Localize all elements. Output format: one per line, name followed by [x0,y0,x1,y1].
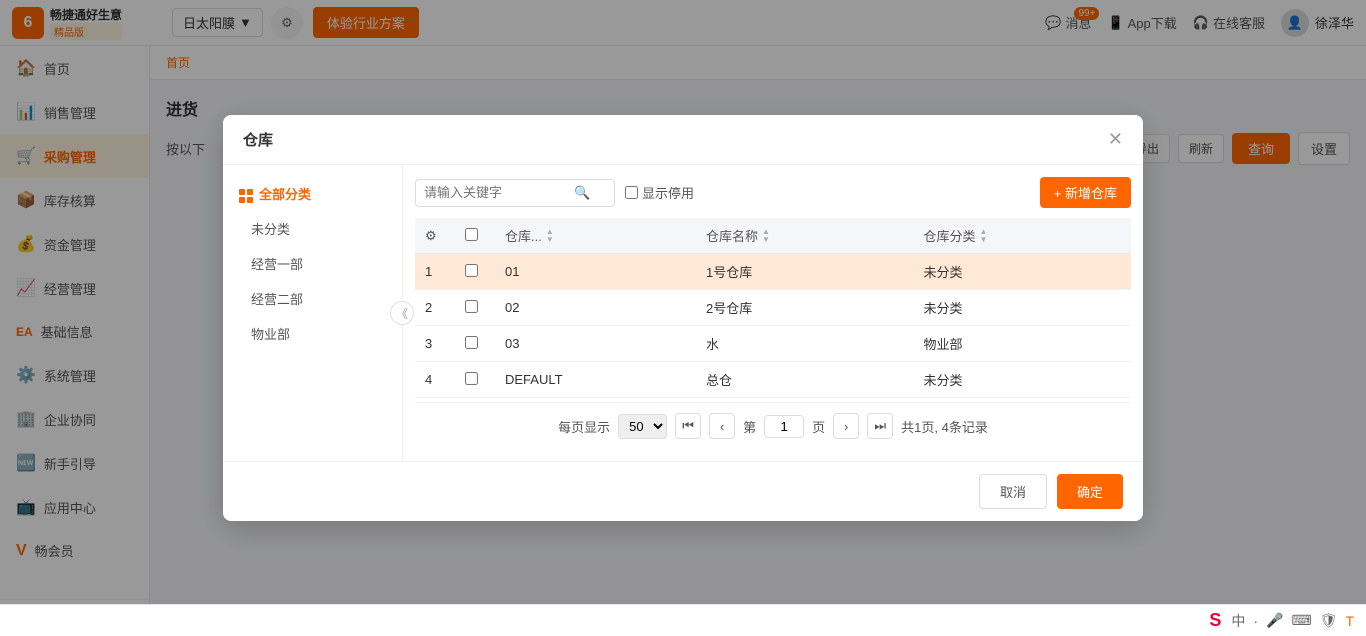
per-page-select[interactable]: 50 [618,414,667,439]
dot-icon: · [1253,613,1258,629]
first-page-button[interactable]: ⏮ [675,413,701,439]
keyboard-icon: ⌨ [1291,612,1311,629]
th-category[interactable]: 仓库分类 ▲▼ [913,218,1131,254]
cancel-button[interactable]: 取消 [979,474,1047,509]
th-code[interactable]: 仓库... ▲▼ [495,218,696,254]
search-box: 🔍 [415,179,615,207]
row-checkbox[interactable] [455,326,495,362]
confirm-button[interactable]: 确定 [1057,474,1123,509]
table-row[interactable]: 3 03 水 物业部 [415,326,1131,362]
table-row[interactable]: 2 02 2号仓库 未分类 [415,290,1131,326]
show-disabled-label[interactable]: 显示停用 [625,183,694,202]
row-code: 01 [495,254,696,290]
search-input[interactable] [424,185,574,200]
page-prefix-label: 第 [743,417,756,436]
t-icon: T [1345,613,1354,629]
row-name: 水 [696,326,914,362]
zh-icon: 中 [1231,611,1245,631]
last-page-button[interactable]: ⏭ [867,413,893,439]
modal-body: 全部分类 未分类 经营一部 经营二部 物业部 《 🔍 [223,165,1143,461]
category-all-header[interactable]: 全部分类 [223,175,402,211]
modal-overlay: 仓库 ✕ 全部分类 未分类 经营一部 经营二部 物业 [0,0,1366,636]
total-info: 共1页, 4条记录 [901,417,988,436]
page-suffix-label: 页 [812,417,825,436]
table-toolbar: 🔍 显示停用 + 新增仓库 [415,177,1131,208]
row-checkbox[interactable] [455,254,495,290]
row-category: 未分类 [913,254,1131,290]
page-number-input[interactable] [764,415,804,438]
th-name[interactable]: 仓库名称 ▲▼ [696,218,914,254]
sort-arrows-category: ▲▼ [980,228,988,244]
row-name: 1号仓库 [696,254,914,290]
row-index: 3 [415,326,455,362]
row-category: 未分类 [913,362,1131,398]
modal-close-button[interactable]: ✕ [1108,129,1123,150]
row-name: 总仓 [696,362,914,398]
row-code: 02 [495,290,696,326]
category-panel: 全部分类 未分类 经营一部 经营二部 物业部 《 [223,165,403,461]
row-name: 2号仓库 [696,290,914,326]
search-icon[interactable]: 🔍 [574,185,590,201]
category-item-ops1[interactable]: 经营一部 [223,246,402,281]
row-index: 1 [415,254,455,290]
row-code: DEFAULT [495,362,696,398]
modal-footer: 取消 确定 [223,461,1143,521]
row-index: 4 [415,362,455,398]
table-row[interactable]: 1 01 1号仓库 未分类 [415,254,1131,290]
table-header: ⚙ 仓库... ▲▼ [415,218,1131,254]
collapse-button[interactable]: 《 [390,301,414,325]
grid-category-icon [239,183,253,203]
status-logo: S [1209,610,1221,631]
sort-arrows-name: ▲▼ [762,228,770,244]
per-page-label: 每页显示 [558,417,610,436]
category-item-unclassified[interactable]: 未分类 [223,211,402,246]
th-checkbox [455,218,495,254]
row-checkbox[interactable] [455,362,495,398]
table-panel: 🔍 显示停用 + 新增仓库 ⚙ [403,165,1143,461]
table-container: ⚙ 仓库... ▲▼ [415,218,1131,398]
table-body: 1 01 1号仓库 未分类 2 02 2号仓库 [415,254,1131,398]
row-index: 2 [415,290,455,326]
row-checkbox[interactable] [455,290,495,326]
row-category: 物业部 [913,326,1131,362]
status-bar: S 中 · 🎤 ⌨ 🛡 T [0,604,1366,636]
select-all-checkbox[interactable] [465,228,478,241]
sort-arrows-code: ▲▼ [546,228,554,244]
row-category: 未分类 [913,290,1131,326]
modal-header: 仓库 ✕ [223,115,1143,165]
table-row[interactable]: 4 DEFAULT 总仓 未分类 [415,362,1131,398]
row-code: 03 [495,326,696,362]
prev-page-button[interactable]: ‹ [709,413,735,439]
category-item-ops2[interactable]: 经营二部 [223,281,402,316]
modal-title: 仓库 [243,129,273,150]
warehouse-modal: 仓库 ✕ 全部分类 未分类 经营一部 经营二部 物业 [223,115,1143,521]
mic-icon: 🎤 [1266,612,1283,629]
next-page-button[interactable]: › [833,413,859,439]
add-warehouse-button[interactable]: + 新增仓库 [1040,177,1131,208]
pagination-bar: 每页显示 50 ⏮ ‹ 第 页 › ⏭ 共1页, 4条记录 [415,402,1131,449]
show-disabled-checkbox[interactable] [625,186,638,199]
th-settings: ⚙ [415,218,455,254]
status-icons: 中 · 🎤 ⌨ 🛡 T [1231,611,1354,631]
shield-icon: 🛡 [1320,612,1338,629]
settings-col-icon: ⚙ [425,228,437,243]
category-item-property[interactable]: 物业部 [223,316,402,351]
warehouse-table: ⚙ 仓库... ▲▼ [415,218,1131,398]
